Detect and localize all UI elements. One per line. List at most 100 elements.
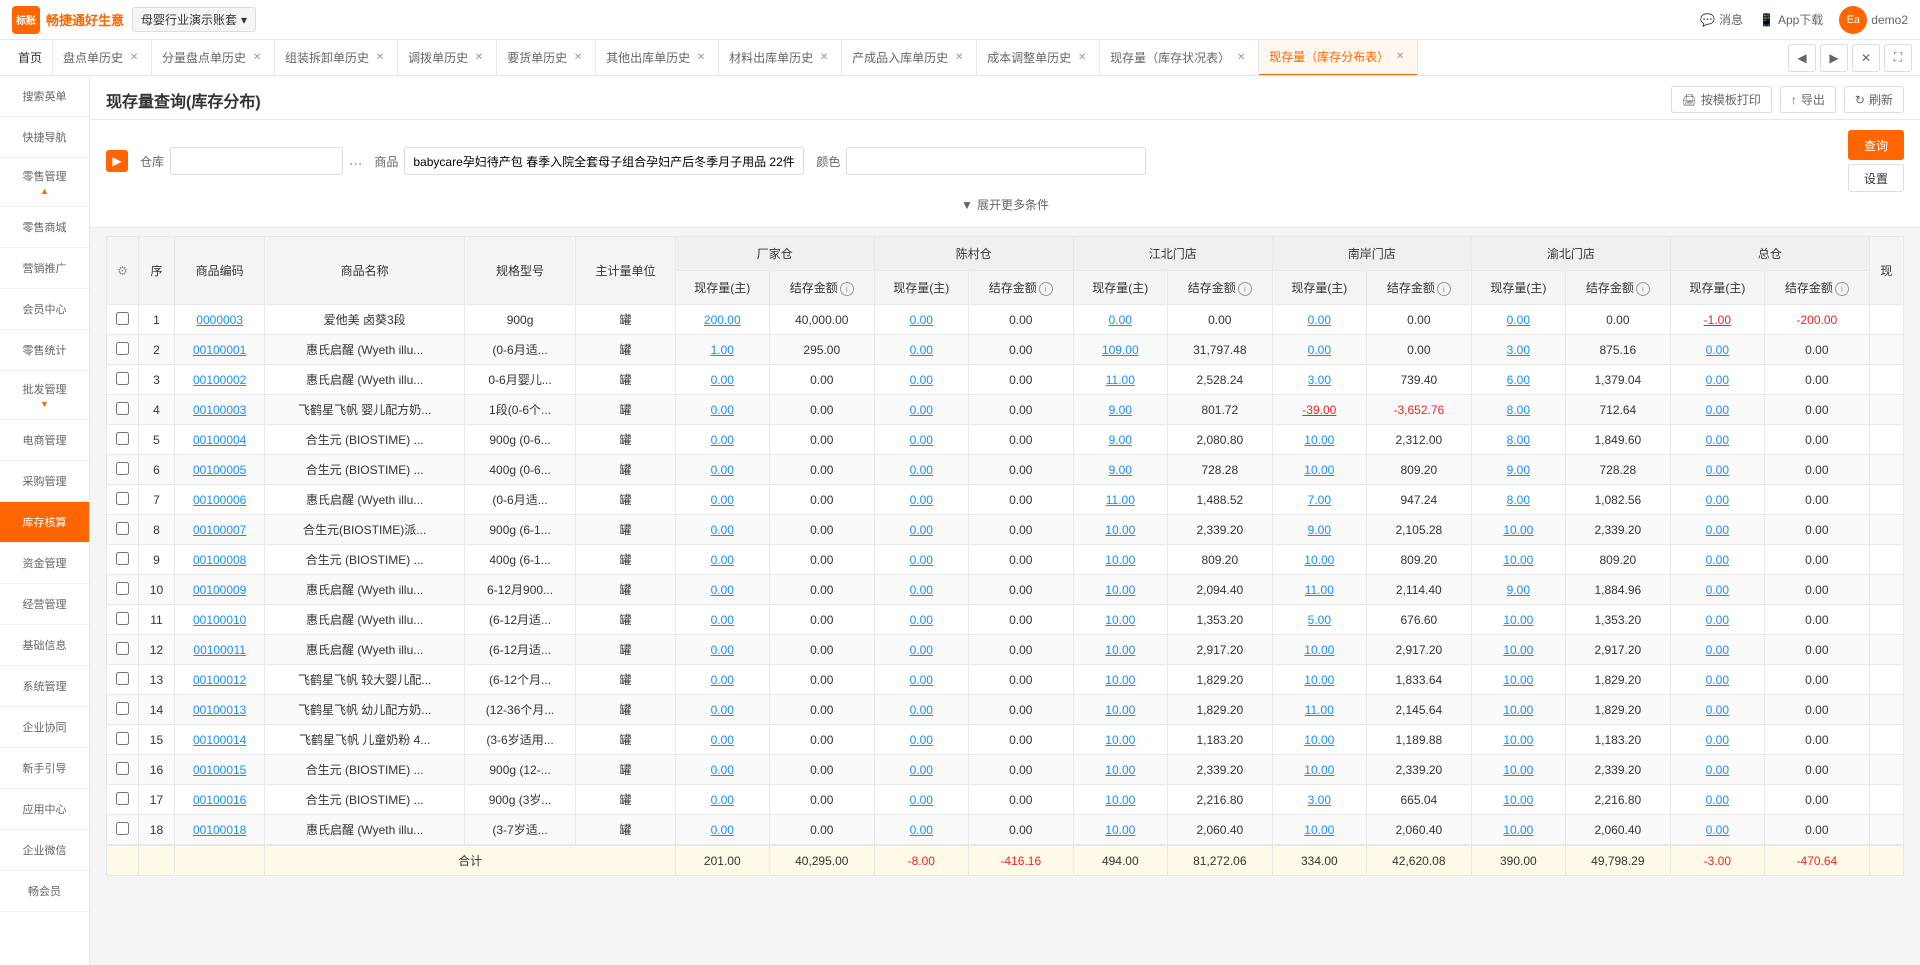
row-select[interactable] bbox=[107, 575, 139, 605]
row-checkbox[interactable] bbox=[116, 372, 129, 385]
row-cc-qty[interactable]: 0.00 bbox=[874, 545, 968, 575]
row-code[interactable]: 00100015 bbox=[174, 755, 264, 785]
row-zc-qty[interactable]: 0.00 bbox=[1670, 455, 1764, 485]
row-jb-qty[interactable]: 10.00 bbox=[1073, 575, 1167, 605]
row-zc-qty[interactable]: 0.00 bbox=[1670, 395, 1764, 425]
row-checkbox[interactable] bbox=[116, 462, 129, 475]
tab-inventory-check[interactable]: 盘点单历史 ✕ bbox=[53, 40, 152, 76]
row-na-qty[interactable]: 3.00 bbox=[1272, 365, 1366, 395]
row-select[interactable] bbox=[107, 485, 139, 515]
tab-close-icon[interactable]: ✕ bbox=[1075, 51, 1089, 65]
row-jb-qty[interactable]: 11.00 bbox=[1073, 365, 1167, 395]
tab-prev-btn[interactable]: ◀ bbox=[1788, 44, 1816, 72]
row-yb-qty[interactable]: 0.00 bbox=[1471, 305, 1565, 335]
row-checkbox[interactable] bbox=[116, 612, 129, 625]
row-cf-qty[interactable]: 0.00 bbox=[675, 785, 769, 815]
row-cc-qty[interactable]: 0.00 bbox=[874, 485, 968, 515]
row-jb-qty[interactable]: 10.00 bbox=[1073, 815, 1167, 846]
row-checkbox[interactable] bbox=[116, 732, 129, 745]
warehouse-ellipsis[interactable]: ... bbox=[349, 152, 362, 170]
row-yb-qty[interactable]: 8.00 bbox=[1471, 425, 1565, 455]
row-jb-qty[interactable]: 11.00 bbox=[1073, 485, 1167, 515]
row-jb-qty[interactable]: 9.00 bbox=[1073, 425, 1167, 455]
row-yb-qty[interactable]: 10.00 bbox=[1471, 755, 1565, 785]
row-select[interactable] bbox=[107, 335, 139, 365]
tab-material-out[interactable]: 材料出库单历史 ✕ bbox=[719, 40, 842, 76]
th-settings[interactable]: ⚙ bbox=[107, 237, 139, 305]
tab-close-icon[interactable]: ✕ bbox=[250, 51, 264, 65]
row-cf-qty[interactable]: 0.00 bbox=[675, 515, 769, 545]
row-cc-qty[interactable]: 0.00 bbox=[874, 335, 968, 365]
row-cf-qty[interactable]: 0.00 bbox=[675, 695, 769, 725]
row-jb-qty[interactable]: 10.00 bbox=[1073, 785, 1167, 815]
row-code[interactable]: 00100001 bbox=[174, 335, 264, 365]
row-checkbox[interactable] bbox=[116, 822, 129, 835]
row-cc-qty[interactable]: 0.00 bbox=[874, 455, 968, 485]
row-yb-qty[interactable]: 10.00 bbox=[1471, 605, 1565, 635]
tab-cost-adjust[interactable]: 成本调整单历史 ✕ bbox=[977, 40, 1100, 76]
row-cf-qty[interactable]: 0.00 bbox=[675, 665, 769, 695]
row-na-qty[interactable]: 7.00 bbox=[1272, 485, 1366, 515]
user-area[interactable]: Ea demo2 bbox=[1839, 6, 1908, 34]
row-code[interactable]: 00100013 bbox=[174, 695, 264, 725]
row-checkbox[interactable] bbox=[116, 552, 129, 565]
sidebar-item-member[interactable]: 会员中心 bbox=[0, 289, 89, 330]
color-input[interactable] bbox=[846, 147, 1146, 175]
row-select[interactable] bbox=[107, 755, 139, 785]
row-yb-qty[interactable]: 8.00 bbox=[1471, 485, 1565, 515]
row-checkbox[interactable] bbox=[116, 522, 129, 535]
row-code[interactable]: 0000003 bbox=[174, 305, 264, 335]
row-na-qty[interactable]: 10.00 bbox=[1272, 665, 1366, 695]
tab-close-icon[interactable]: ✕ bbox=[472, 51, 486, 65]
expand-toggle-btn[interactable]: ▶ bbox=[106, 150, 128, 172]
row-cf-qty[interactable]: 1.00 bbox=[675, 335, 769, 365]
row-code[interactable]: 00100009 bbox=[174, 575, 264, 605]
row-cf-qty[interactable]: 0.00 bbox=[675, 455, 769, 485]
row-na-qty[interactable]: 10.00 bbox=[1272, 755, 1366, 785]
row-jb-qty[interactable]: 9.00 bbox=[1073, 395, 1167, 425]
row-zc-qty[interactable]: 0.00 bbox=[1670, 575, 1764, 605]
row-zc-qty[interactable]: 0.00 bbox=[1670, 755, 1764, 785]
sidebar-item-ecommerce[interactable]: 电商管理 bbox=[0, 420, 89, 461]
row-na-qty[interactable]: -39.00 bbox=[1272, 395, 1366, 425]
info-icon[interactable]: i bbox=[1437, 282, 1451, 296]
row-select[interactable] bbox=[107, 725, 139, 755]
info-icon[interactable]: i bbox=[1835, 282, 1849, 296]
row-yb-qty[interactable]: 10.00 bbox=[1471, 545, 1565, 575]
settings-button[interactable]: 设置 bbox=[1848, 164, 1904, 192]
row-checkbox[interactable] bbox=[116, 342, 129, 355]
sidebar-item-retail-stats[interactable]: 零售统计 bbox=[0, 330, 89, 371]
row-jb-qty[interactable]: 0.00 bbox=[1073, 305, 1167, 335]
sidebar-item-system[interactable]: 系统管理 bbox=[0, 666, 89, 707]
row-zc-qty[interactable]: -1.00 bbox=[1670, 305, 1764, 335]
tab-close-icon[interactable]: ✕ bbox=[952, 51, 966, 65]
sidebar-item-enterprise[interactable]: 企业协同 bbox=[0, 707, 89, 748]
row-code[interactable]: 00100006 bbox=[174, 485, 264, 515]
tab-close-icon[interactable]: ✕ bbox=[571, 51, 585, 65]
row-yb-qty[interactable]: 8.00 bbox=[1471, 395, 1565, 425]
tab-home[interactable]: 首页 bbox=[8, 40, 53, 76]
row-cc-qty[interactable]: 0.00 bbox=[874, 425, 968, 455]
row-cf-qty[interactable]: 0.00 bbox=[675, 365, 769, 395]
row-zc-qty[interactable]: 0.00 bbox=[1670, 485, 1764, 515]
row-yb-qty[interactable]: 10.00 bbox=[1471, 665, 1565, 695]
row-code[interactable]: 00100004 bbox=[174, 425, 264, 455]
row-na-qty[interactable]: 0.00 bbox=[1272, 335, 1366, 365]
app-download-btn[interactable]: 📱 App下载 bbox=[1759, 11, 1823, 28]
tab-sub-inventory[interactable]: 分量盘点单历史 ✕ bbox=[152, 40, 275, 76]
tab-other-out[interactable]: 其他出库单历史 ✕ bbox=[596, 40, 719, 76]
row-checkbox[interactable] bbox=[116, 642, 129, 655]
row-yb-qty[interactable]: 10.00 bbox=[1471, 695, 1565, 725]
row-zc-qty[interactable]: 0.00 bbox=[1670, 365, 1764, 395]
row-select[interactable] bbox=[107, 455, 139, 485]
row-select[interactable] bbox=[107, 635, 139, 665]
row-zc-qty[interactable]: 0.00 bbox=[1670, 785, 1764, 815]
print-btn[interactable]: 🖨 按模板打印 bbox=[1671, 86, 1772, 113]
row-yb-qty[interactable]: 10.00 bbox=[1471, 785, 1565, 815]
row-select[interactable] bbox=[107, 785, 139, 815]
query-button[interactable]: 查询 bbox=[1848, 130, 1904, 160]
sidebar-item-guide[interactable]: 新手引导 bbox=[0, 748, 89, 789]
row-checkbox[interactable] bbox=[116, 402, 129, 415]
row-cf-qty[interactable]: 0.00 bbox=[675, 395, 769, 425]
row-cf-qty[interactable]: 0.00 bbox=[675, 545, 769, 575]
